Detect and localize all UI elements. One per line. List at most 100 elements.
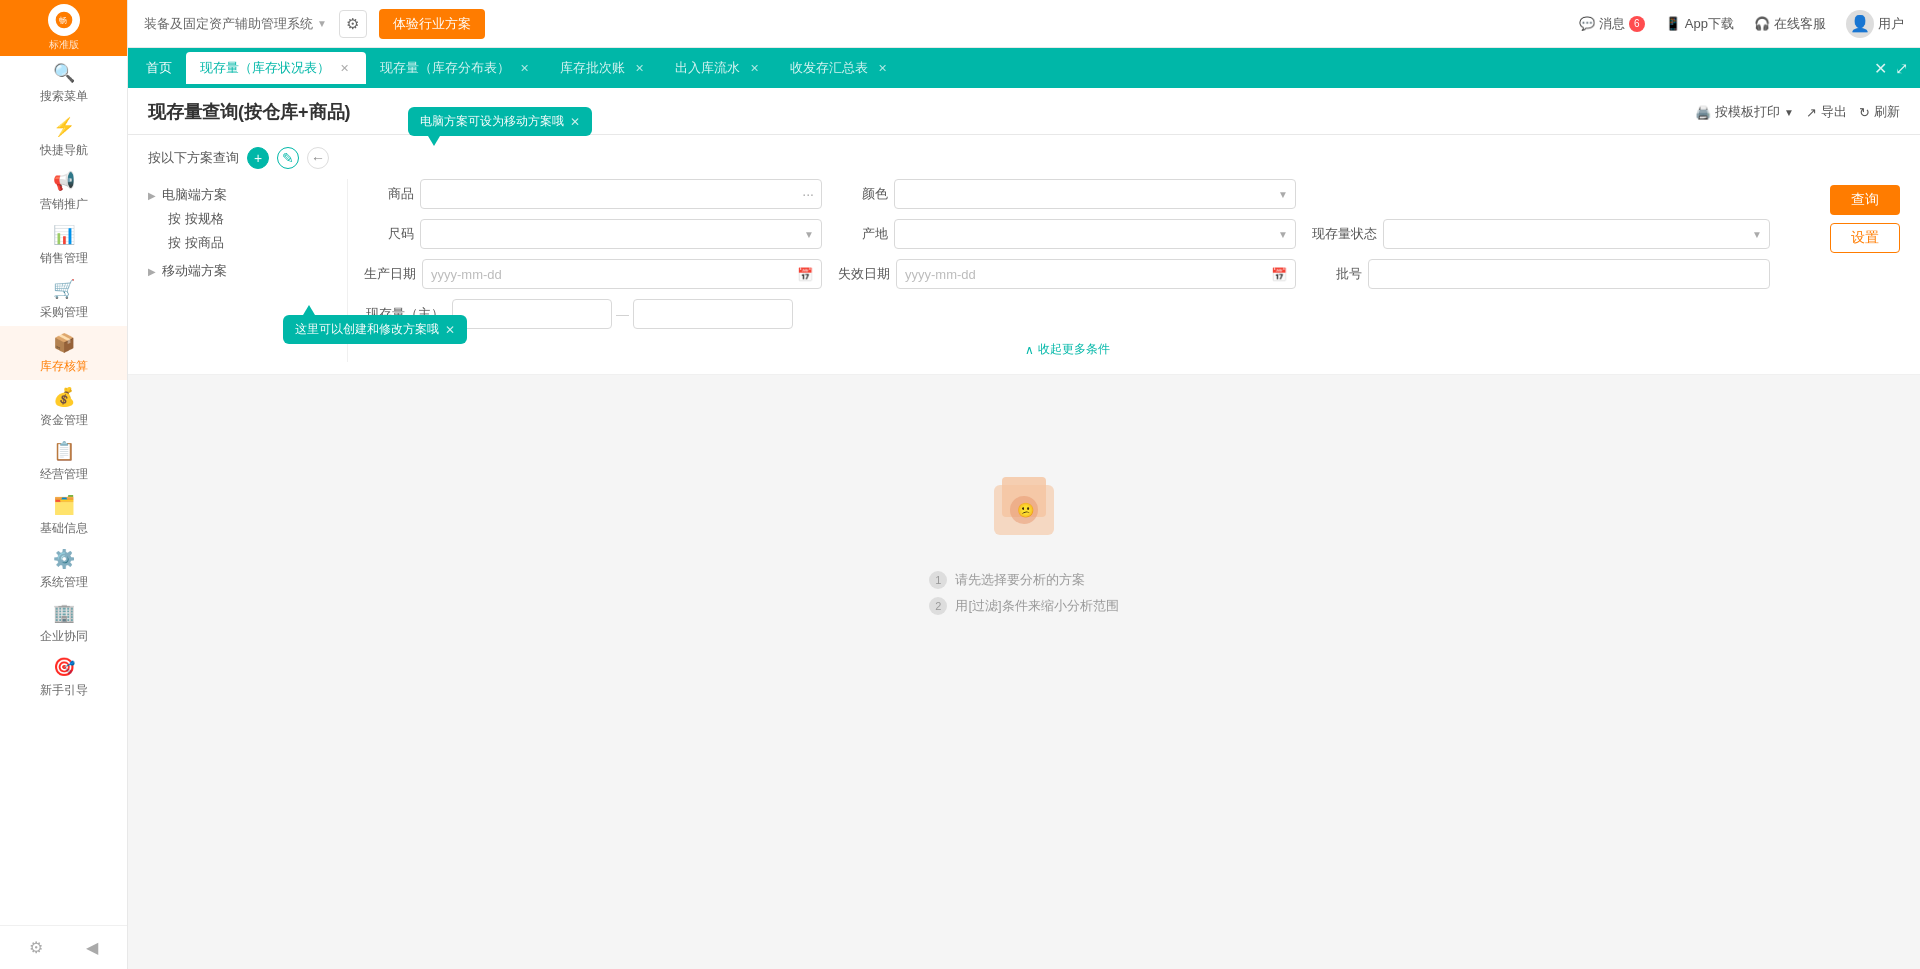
app-download-label: App下载	[1685, 15, 1734, 33]
finance-icon: 💰	[53, 386, 75, 408]
svg-text:😕: 😕	[1017, 502, 1035, 519]
tab-batch-ledger-label: 库存批次账	[560, 59, 625, 77]
settings-gear-btn[interactable]: ⚙	[339, 10, 367, 38]
sidebar-item-system[interactable]: ⚙️ 系统管理	[0, 542, 127, 596]
main-area: 装备及固定资产辅助管理系统 ▼ ⚙ 体验行业方案 💬 消息 6 📱 App下载 …	[128, 0, 1920, 969]
tab-close-stock-status[interactable]: ✕	[336, 60, 352, 76]
industry-solution-btn[interactable]: 体验行业方案	[379, 9, 485, 39]
tab-batch-ledger[interactable]: 库存批次账 ✕	[546, 52, 661, 84]
online-service-btn[interactable]: 🎧 在线客服	[1754, 15, 1826, 33]
back-scheme-btn[interactable]: ←	[307, 147, 329, 169]
svg-text:畅: 畅	[59, 15, 67, 25]
scheme-child-by-product[interactable]: 按 按商品	[168, 231, 335, 255]
filter-row-2: 尺码 ▼ 产地	[364, 219, 1770, 249]
size-select[interactable]	[420, 219, 822, 249]
sidebar-bottom: ⚙ ◀	[0, 925, 127, 969]
refresh-icon: ↻	[1859, 105, 1870, 120]
stock-status-select[interactable]	[1383, 219, 1770, 249]
filter-label: 按以下方案查询	[148, 149, 239, 167]
refresh-btn[interactable]: ↻ 刷新	[1859, 103, 1900, 121]
sidebar-item-label: 系统管理	[40, 574, 88, 591]
add-scheme-btn[interactable]: +	[247, 147, 269, 169]
scheme-mobile[interactable]: ▶ 移动端方案	[148, 259, 335, 283]
tab-stock-dist[interactable]: 现存量（库存分布表） ✕	[366, 52, 546, 84]
stock-qty-min-input[interactable]	[452, 299, 612, 329]
tab-close-recv-send[interactable]: ✕	[874, 60, 890, 76]
scheme-desktop[interactable]: ▶ 电脑端方案	[148, 183, 335, 207]
product-field: 商品 ···	[364, 179, 822, 209]
expiry-date-field: 失效日期 yyyy-mm-dd 📅	[838, 259, 1296, 289]
sidebar-item-quick-nav[interactable]: ⚡ 快捷导航	[0, 110, 127, 164]
sales-icon: 📊	[53, 224, 75, 246]
expiry-date-input[interactable]: yyyy-mm-dd 📅	[896, 259, 1296, 289]
sidebar-item-purchase[interactable]: 🛒 采购管理	[0, 272, 127, 326]
sidebar-item-sales[interactable]: 📊 销售管理	[0, 218, 127, 272]
create-tooltip-close[interactable]: ✕	[445, 323, 455, 337]
user-menu[interactable]: 👤 用户	[1846, 10, 1904, 38]
batch-no-field: 批号	[1312, 259, 1770, 289]
tab-home[interactable]: 首页	[132, 52, 186, 84]
messages-btn[interactable]: 💬 消息 6	[1579, 15, 1645, 33]
app-title-dropdown[interactable]: 装备及固定资产辅助管理系统 ▼	[144, 15, 327, 33]
scheme-child-by-spec[interactable]: 按 按规格	[168, 207, 335, 231]
edit-scheme-btn[interactable]: ✎	[277, 147, 299, 169]
export-label: 导出	[1821, 103, 1847, 121]
sidebar-item-guide[interactable]: 🎯 新手引导	[0, 650, 127, 704]
by-spec-label: 按 按规格	[168, 210, 224, 228]
sidebar-item-label: 营销推广	[40, 196, 88, 213]
collapse-row[interactable]: ∧ 收起更多条件	[364, 333, 1770, 362]
sidebar-item-operations[interactable]: 📋 经营管理	[0, 434, 127, 488]
tab-close-stock-dist[interactable]: ✕	[516, 60, 532, 76]
topbar-right: 💬 消息 6 📱 App下载 🎧 在线客服 👤 用户	[1579, 10, 1904, 38]
query-buttons: 查询 设置	[1830, 185, 1900, 253]
export-btn[interactable]: ↗ 导出	[1806, 103, 1847, 121]
query-btn[interactable]: 查询	[1830, 185, 1900, 215]
sidebar-item-label: 搜索菜单	[40, 88, 88, 105]
filter-row-3: 生产日期 yyyy-mm-dd 📅 失效日期 yyyy-mm-dd 📅	[364, 259, 1770, 289]
color-label: 颜色	[838, 185, 888, 203]
print-btn[interactable]: 🖨️ 按模板打印 ▼	[1695, 103, 1794, 121]
stock-qty-range: —	[452, 299, 1770, 329]
sidebar-item-finance[interactable]: 💰 资金管理	[0, 380, 127, 434]
origin-select[interactable]	[894, 219, 1296, 249]
sidebar-collapse-icon[interactable]: ◀	[86, 938, 98, 957]
tab-recv-send[interactable]: 收发存汇总表 ✕	[776, 52, 904, 84]
manufacture-date-label: 生产日期	[364, 265, 416, 283]
tab-close-inout-flow[interactable]: ✕	[746, 60, 762, 76]
app-edition: 标准版	[49, 38, 79, 52]
scheme-tooltip-close[interactable]: ✕	[570, 115, 580, 129]
sidebar-item-enterprise[interactable]: 🏢 企业协同	[0, 596, 127, 650]
stock-qty-max-input[interactable]	[633, 299, 793, 329]
manufacture-date-calendar-icon: 📅	[797, 267, 813, 282]
origin-label: 产地	[838, 225, 888, 243]
close-all-tabs-icon[interactable]: ✕	[1874, 59, 1887, 78]
batch-no-input[interactable]	[1368, 259, 1770, 289]
sidebar-item-marketing[interactable]: 📢 营销推广	[0, 164, 127, 218]
origin-select-wrap: ▼	[894, 219, 1296, 249]
maximize-icon[interactable]: ⤢	[1895, 59, 1908, 78]
sidebar-item-label: 快捷导航	[40, 142, 88, 159]
set-btn[interactable]: 设置	[1830, 223, 1900, 253]
filter-section: 按以下方案查询 + ✎ ← 电脑方案可设为移动方案哦 ✕ 这里可以创建和修改方案…	[128, 135, 1920, 375]
app-download-btn[interactable]: 📱 App下载	[1665, 15, 1734, 33]
tab-inout-flow[interactable]: 出入库流水 ✕	[661, 52, 776, 84]
sidebar-item-search-menu[interactable]: 🔍 搜索菜单	[0, 56, 127, 110]
app-title: 装备及固定资产辅助管理系统	[144, 15, 313, 33]
sidebar-settings-icon[interactable]: ⚙	[29, 938, 43, 957]
tab-close-batch-ledger[interactable]: ✕	[631, 60, 647, 76]
dropdown-arrow-icon: ▼	[317, 18, 327, 29]
color-select[interactable]	[894, 179, 1296, 209]
sidebar-item-basic-info[interactable]: 🗂️ 基础信息	[0, 488, 127, 542]
pencil-icon: ✎	[282, 150, 294, 166]
product-more-icon[interactable]: ···	[802, 186, 814, 202]
product-input[interactable]	[420, 179, 822, 209]
filter-row-1: 商品 ··· 颜色	[364, 179, 1770, 209]
size-field: 尺码 ▼	[364, 219, 822, 249]
page-title: 现存量查询(按仓库+商品)	[148, 100, 351, 124]
expiry-date-calendar-icon: 📅	[1271, 267, 1287, 282]
tab-stock-status[interactable]: 现存量（库存状况表） ✕	[186, 52, 366, 84]
sidebar-item-stock[interactable]: 📦 库存核算	[0, 326, 127, 380]
collapse-label: 收起更多条件	[1038, 341, 1110, 358]
manufacture-date-input[interactable]: yyyy-mm-dd 📅	[422, 259, 822, 289]
page-header: 现存量查询(按仓库+商品) 🖨️ 按模板打印 ▼ ↗ 导出 ↻ 刷新	[128, 88, 1920, 135]
